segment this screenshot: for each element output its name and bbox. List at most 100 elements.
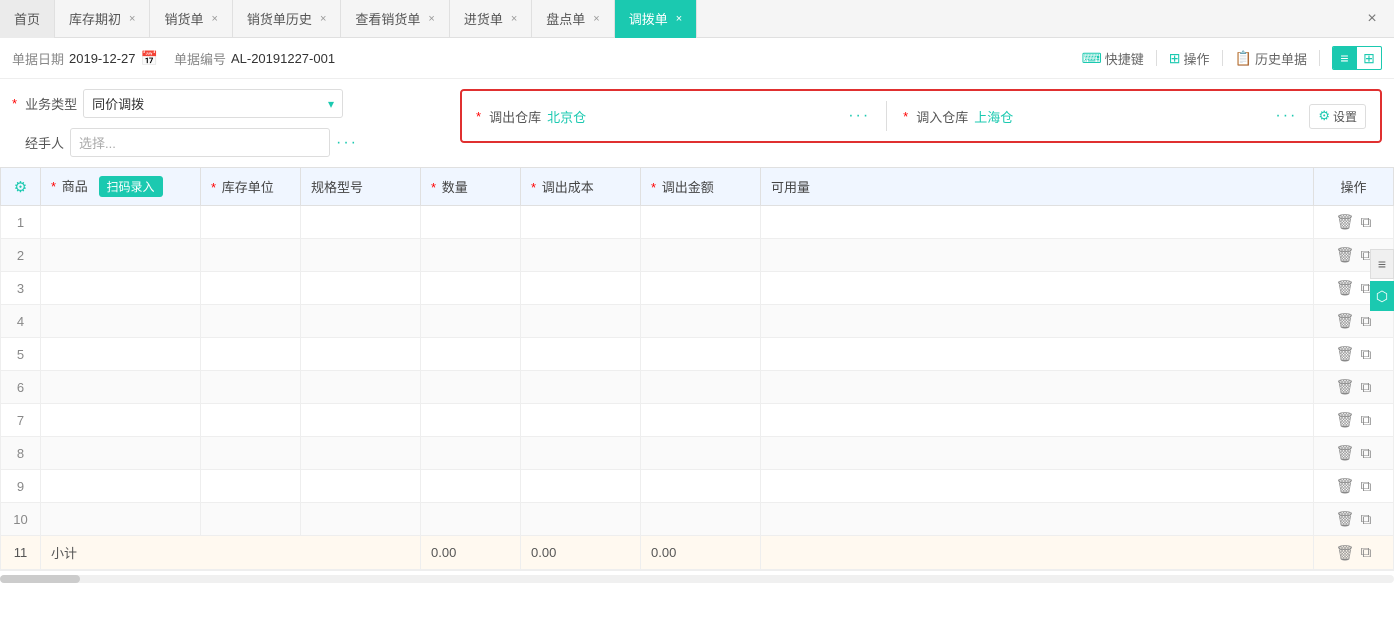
delete-icon-6[interactable]: 🗑 [1336, 378, 1355, 396]
tab-purchase-order-close[interactable]: × [511, 13, 517, 25]
delete-icon-10[interactable]: 🗑 [1336, 510, 1355, 528]
row-cost-5[interactable] [521, 338, 641, 371]
shortcuts-button[interactable]: ⌨ 快捷键 [1082, 49, 1144, 68]
row-unit-10[interactable] [201, 503, 301, 536]
row-cost-6[interactable] [521, 371, 641, 404]
row-amount-6[interactable] [641, 371, 761, 404]
row-amount-2[interactable] [641, 239, 761, 272]
operations-button[interactable]: ⊞ 操作 [1169, 49, 1210, 68]
tab-transfer-order-close[interactable]: × [676, 13, 682, 25]
row-product-9[interactable] [41, 470, 201, 503]
copy-icon-9[interactable]: ⧉ [1361, 478, 1372, 495]
copy-icon-1[interactable]: ⧉ [1361, 214, 1372, 231]
row-qty-9[interactable] [421, 470, 521, 503]
row-cost-2[interactable] [521, 239, 641, 272]
row-unit-4[interactable] [201, 305, 301, 338]
row-qty-8[interactable] [421, 437, 521, 470]
row-product-5[interactable] [41, 338, 201, 371]
tab-inventory-init-close[interactable]: × [129, 13, 135, 25]
row-amount-5[interactable] [641, 338, 761, 371]
row-unit-1[interactable] [201, 206, 301, 239]
row-unit-2[interactable] [201, 239, 301, 272]
tab-purchase-order[interactable]: 进货单 × [450, 0, 532, 38]
copy-icon-6[interactable]: ⧉ [1361, 379, 1372, 396]
table-gear-icon[interactable]: ⚙ [14, 178, 27, 196]
row-cost-8[interactable] [521, 437, 641, 470]
row-qty-4[interactable] [421, 305, 521, 338]
row-cost-7[interactable] [521, 404, 641, 437]
delete-icon-8[interactable]: 🗑 [1336, 444, 1355, 462]
row-spec-1[interactable] [301, 206, 421, 239]
tab-sales-history[interactable]: 销货单历史 × [233, 0, 341, 38]
copy-icon-7[interactable]: ⧉ [1361, 412, 1372, 429]
tab-sales-order-close[interactable]: × [211, 13, 217, 25]
row-spec-4[interactable] [301, 305, 421, 338]
row-unit-7[interactable] [201, 404, 301, 437]
row-spec-9[interactable] [301, 470, 421, 503]
row-product-2[interactable] [41, 239, 201, 272]
row-qty-10[interactable] [421, 503, 521, 536]
tab-view-sales[interactable]: 查看销货单 × [341, 0, 449, 38]
horizontal-scrollbar[interactable] [0, 575, 1394, 583]
grid-layout-button[interactable]: ⊞ [1357, 47, 1381, 69]
row-unit-8[interactable] [201, 437, 301, 470]
row-unit-3[interactable] [201, 272, 301, 305]
row-cost-4[interactable] [521, 305, 641, 338]
transfer-out-more-button[interactable]: ··· [848, 107, 870, 125]
float-list-button[interactable]: ≡ [1370, 249, 1394, 279]
list-layout-button[interactable]: ≡ [1333, 47, 1357, 69]
row-product-7[interactable] [41, 404, 201, 437]
delete-icon-4[interactable]: 🗑 [1336, 312, 1355, 330]
delete-icon-3[interactable]: 🗑 [1336, 279, 1355, 297]
row-spec-8[interactable] [301, 437, 421, 470]
row-unit-5[interactable] [201, 338, 301, 371]
delete-icon-2[interactable]: 🗑 [1336, 246, 1355, 264]
row-unit-6[interactable] [201, 371, 301, 404]
row-amount-7[interactable] [641, 404, 761, 437]
settings-button[interactable]: ⚙ 设置 [1309, 104, 1366, 129]
row-qty-5[interactable] [421, 338, 521, 371]
row-qty-1[interactable] [421, 206, 521, 239]
tab-home[interactable]: 首页 [0, 0, 55, 38]
copy-icon-4[interactable]: ⧉ [1361, 313, 1372, 330]
tab-inventory-init[interactable]: 库存期初 × [55, 0, 150, 38]
row-spec-6[interactable] [301, 371, 421, 404]
row-cost-3[interactable] [521, 272, 641, 305]
transfer-in-more-button[interactable]: ··· [1275, 107, 1297, 125]
tab-view-sales-close[interactable]: × [428, 13, 434, 25]
biz-type-select[interactable]: 同价调拨 ▾ [83, 89, 343, 118]
subtotal-copy-icon[interactable]: ⧉ [1361, 544, 1372, 561]
row-amount-3[interactable] [641, 272, 761, 305]
tab-sales-history-close[interactable]: × [320, 13, 326, 25]
tab-sales-order[interactable]: 销货单 × [150, 0, 232, 38]
scan-entry-button[interactable]: 扫码录入 [99, 176, 163, 197]
row-spec-3[interactable] [301, 272, 421, 305]
row-product-6[interactable] [41, 371, 201, 404]
copy-icon-8[interactable]: ⧉ [1361, 445, 1372, 462]
row-spec-7[interactable] [301, 404, 421, 437]
row-cost-10[interactable] [521, 503, 641, 536]
delete-icon-5[interactable]: 🗑 [1336, 345, 1355, 363]
row-product-3[interactable] [41, 272, 201, 305]
delete-icon-1[interactable]: 🗑 [1336, 213, 1355, 231]
row-product-4[interactable] [41, 305, 201, 338]
row-qty-6[interactable] [421, 371, 521, 404]
row-cost-9[interactable] [521, 470, 641, 503]
handler-more-button[interactable]: ··· [336, 134, 358, 152]
tab-inventory-check-close[interactable]: × [593, 13, 599, 25]
row-product-10[interactable] [41, 503, 201, 536]
calendar-icon[interactable]: 📅 [141, 50, 158, 67]
scrollbar-thumb[interactable] [0, 575, 80, 583]
row-spec-10[interactable] [301, 503, 421, 536]
copy-icon-10[interactable]: ⧉ [1361, 511, 1372, 528]
history-button[interactable]: 📋 历史单据 [1235, 49, 1307, 68]
row-amount-4[interactable] [641, 305, 761, 338]
row-amount-8[interactable] [641, 437, 761, 470]
subtotal-delete-icon[interactable]: 🗑 [1336, 544, 1355, 562]
window-close-button[interactable]: × [1360, 7, 1384, 31]
row-unit-9[interactable] [201, 470, 301, 503]
tab-inventory-check[interactable]: 盘点单 × [532, 0, 614, 38]
row-spec-2[interactable] [301, 239, 421, 272]
tab-transfer-order[interactable]: 调拨单 × [615, 0, 697, 38]
row-amount-1[interactable] [641, 206, 761, 239]
